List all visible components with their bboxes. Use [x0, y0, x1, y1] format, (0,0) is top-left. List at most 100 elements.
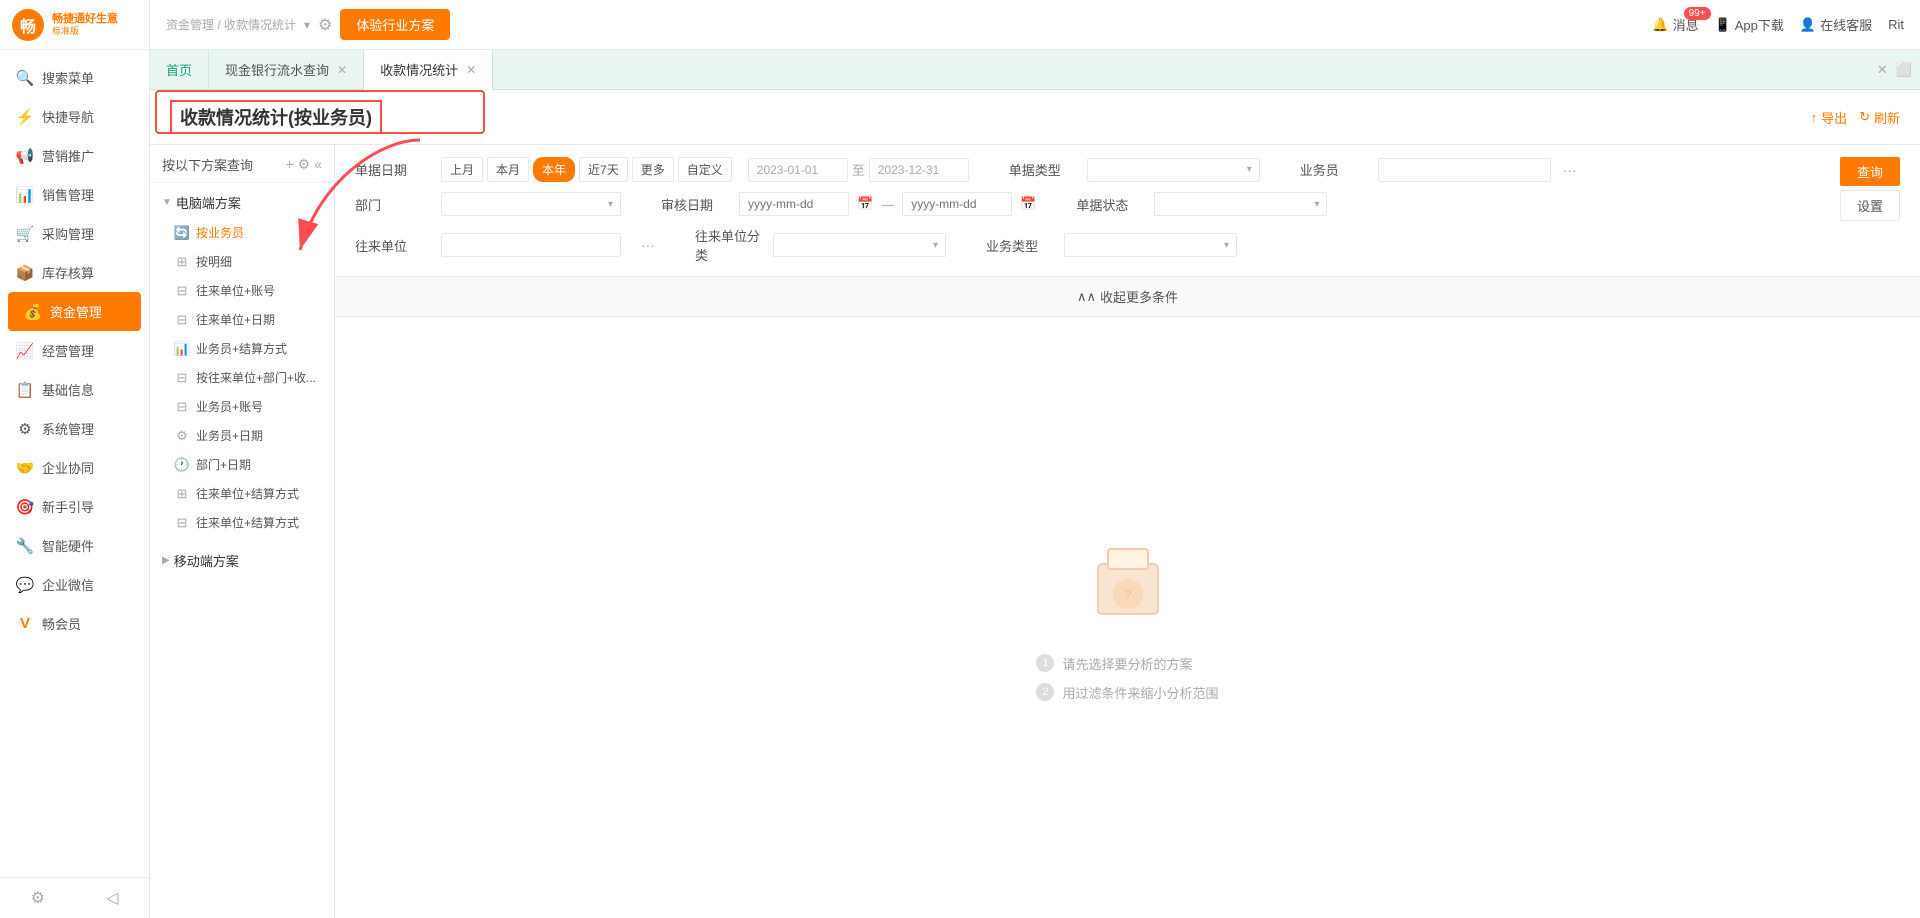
- topbar-dropdown-icon[interactable]: ▾: [304, 18, 310, 32]
- sidebar-item-hardware[interactable]: 🔧 智能硬件: [0, 526, 149, 565]
- tab-bar: 首页 现金银行流水查询 ✕ 收款情况统计 ✕ ✕ ⬜: [150, 50, 1920, 90]
- collapse-filters-btn[interactable]: ∧∧ 收起更多条件: [1077, 287, 1178, 306]
- sales-icon: 📊: [16, 186, 34, 204]
- sidebar-item-finance[interactable]: 💰 资金管理: [8, 292, 141, 331]
- scheme-unit-date[interactable]: ⊟ 往来单位+日期: [150, 305, 334, 334]
- scheme-icon-detail: ⊞: [174, 254, 190, 270]
- tab-home[interactable]: 首页: [150, 50, 209, 90]
- dept-label: 部门: [355, 195, 425, 214]
- user-btn[interactable]: Rit: [1888, 17, 1904, 32]
- audit-date-to[interactable]: [902, 192, 1012, 216]
- date-btn-this-year[interactable]: 本年: [533, 157, 575, 182]
- page-header: 收款情况统计(按业务员) ↑ 导出 ↻ 刷新: [150, 90, 1920, 145]
- audit-date-from[interactable]: [739, 192, 849, 216]
- date-btn-more[interactable]: 更多: [632, 157, 674, 182]
- purchase-icon: 🛒: [16, 225, 34, 243]
- sidebar-item-basic[interactable]: 📋 基础信息: [0, 370, 149, 409]
- date-btn-7days[interactable]: 近7天: [579, 157, 628, 182]
- sidebar-item-purchase[interactable]: 🛒 采购管理: [0, 214, 149, 253]
- sidebar-item-quicknav[interactable]: ⚡ 快捷导航: [0, 97, 149, 136]
- scheme-icon-sales-date: ⚙: [174, 428, 190, 444]
- scheme-dept-date[interactable]: 🕐 部门+日期: [150, 450, 334, 479]
- counterpart-cat-input[interactable]: [773, 233, 946, 257]
- window-maximize-icon[interactable]: ⬜: [1896, 62, 1912, 78]
- doctype-input[interactable]: [1087, 158, 1260, 182]
- scheme-by-detail[interactable]: ⊞ 按明细: [150, 247, 334, 276]
- desktop-section: ▼ 电脑端方案 🔄 按业务员 ⊞ 按明细 ⊟ 往来单位+账号 ⊟ 往来单位: [150, 183, 334, 541]
- date-btn-prev-month[interactable]: 上月: [441, 157, 483, 182]
- sidebar: 畅 畅捷通好生意 标准版 🔍 搜索菜单 ⚡ 快捷导航 📢 营销推广 📊 销售管理…: [0, 0, 150, 918]
- collapse-footer-btn[interactable]: ◁: [106, 888, 118, 908]
- app-download-btn[interactable]: 📱 App下载: [1715, 15, 1784, 34]
- sidebar-item-marketing[interactable]: 📢 营销推广: [0, 136, 149, 175]
- mobile-section-title[interactable]: ▶ 移动端方案: [150, 545, 334, 576]
- scheme-unit-dept-recv[interactable]: ⊟ 按往来单位+部门+收...: [150, 363, 334, 392]
- tab-receipt-close[interactable]: ✕: [466, 63, 476, 77]
- business-icon: 📈: [16, 342, 34, 360]
- salesperson-input[interactable]: [1378, 158, 1551, 182]
- trial-button[interactable]: 体验行业方案: [340, 9, 450, 40]
- page-title: 收款情况统计(按业务员): [170, 100, 382, 134]
- sidebar-item-member[interactable]: V 畅会员: [0, 604, 149, 643]
- desktop-section-title[interactable]: ▼ 电脑端方案: [150, 187, 334, 218]
- scheme-unit-account[interactable]: ⊟ 往来单位+账号: [150, 276, 334, 305]
- message-btn[interactable]: 🔔 消息 99+: [1652, 15, 1698, 34]
- sidebar-item-sales[interactable]: 📊 销售管理: [0, 175, 149, 214]
- scheme-sales-account[interactable]: ⊟ 业务员+账号: [150, 392, 334, 421]
- sidebar-item-business[interactable]: 📈 经营管理: [0, 331, 149, 370]
- topbar-breadcrumb: 资金管理 / 收款情况统计: [166, 16, 296, 33]
- right-panel: 单据日期 上月 本月 本年 近7天 更多 自定义 至: [335, 145, 1920, 918]
- collapse-panel-btn[interactable]: «: [314, 156, 322, 173]
- date-separator: 至: [852, 160, 865, 179]
- filter-settings-button[interactable]: 设置: [1840, 190, 1900, 221]
- scheme-icon-sales-settle: 📊: [174, 341, 190, 357]
- window-close-icon[interactable]: ✕: [1877, 62, 1888, 78]
- date-btn-custom[interactable]: 自定义: [678, 157, 732, 182]
- mobile-section: ▶ 移动端方案: [150, 541, 334, 580]
- counterpart-cat-label: 往来单位分类: [695, 226, 765, 264]
- scheme-icon-unit-settle2: ⊟: [174, 515, 190, 531]
- scheme-sales-settle[interactable]: 📊 业务员+结算方式: [150, 334, 334, 363]
- tab-bank[interactable]: 现金银行流水查询 ✕: [209, 50, 364, 90]
- docstatus-select-wrapper: ▾: [1154, 192, 1327, 216]
- refresh-btn[interactable]: ↻ 刷新: [1859, 108, 1900, 127]
- online-service-btn[interactable]: 👤 在线客服: [1800, 15, 1872, 34]
- tip-num-1: 1: [1036, 654, 1054, 672]
- export-btn[interactable]: ↑ 导出: [1811, 108, 1848, 127]
- biztype-label: 业务类型: [986, 236, 1056, 255]
- mobile-expand-arrow: ▶: [162, 555, 170, 566]
- biztype-input[interactable]: [1064, 233, 1237, 257]
- docstatus-input[interactable]: [1154, 192, 1327, 216]
- dept-input[interactable]: [441, 192, 621, 216]
- settings-footer-btn[interactable]: ⚙: [31, 888, 45, 908]
- sidebar-item-search[interactable]: 🔍 搜索菜单: [0, 58, 149, 97]
- svg-text:?: ?: [1124, 586, 1132, 602]
- add-scheme-btn[interactable]: +: [285, 156, 293, 173]
- sidebar-item-inventory[interactable]: 📦 库存核算: [0, 253, 149, 292]
- tab-bank-close[interactable]: ✕: [337, 63, 347, 77]
- scheme-sales-date[interactable]: ⚙ 业务员+日期: [150, 421, 334, 450]
- scheme-by-salesperson[interactable]: 🔄 按业务员: [150, 218, 334, 247]
- date-to-input[interactable]: [869, 158, 969, 182]
- topbar-right: 🔔 消息 99+ 📱 App下载 👤 在线客服 Rit: [1652, 15, 1904, 34]
- scheme-settings-btn[interactable]: ⚙: [298, 156, 311, 173]
- sidebar-footer: ⚙ ◁: [0, 877, 149, 918]
- sidebar-item-wechat[interactable]: 💬 企业微信: [0, 565, 149, 604]
- filter-row-1: 单据日期 上月 本月 本年 近7天 更多 自定义 至: [355, 157, 1824, 182]
- counterpart-label: 往来单位: [355, 236, 425, 255]
- counterpart-input[interactable]: [441, 233, 621, 257]
- sidebar-item-enterprise[interactable]: 🤝 企业协同: [0, 448, 149, 487]
- counterpart-more-icon[interactable]: ···: [641, 237, 655, 253]
- salesperson-more-icon[interactable]: ···: [1563, 162, 1577, 178]
- date-from-input[interactable]: [748, 158, 848, 182]
- query-button[interactable]: 查询: [1840, 157, 1900, 186]
- scheme-unit-settle1[interactable]: ⊞ 往来单位+结算方式: [150, 479, 334, 508]
- tab-receipt[interactable]: 收款情况统计 ✕: [364, 50, 493, 90]
- empty-tip-1: 1 请先选择要分析的方案: [1036, 654, 1218, 673]
- app-logo: 畅 畅捷通好生意 标准版: [0, 0, 149, 50]
- date-btn-this-month[interactable]: 本月: [487, 157, 529, 182]
- topbar-settings-icon[interactable]: ⚙: [318, 15, 332, 35]
- sidebar-item-system[interactable]: ⚙ 系统管理: [0, 409, 149, 448]
- scheme-unit-settle2[interactable]: ⊟ 往来单位+结算方式: [150, 508, 334, 537]
- sidebar-item-guide[interactable]: 🎯 新手引导: [0, 487, 149, 526]
